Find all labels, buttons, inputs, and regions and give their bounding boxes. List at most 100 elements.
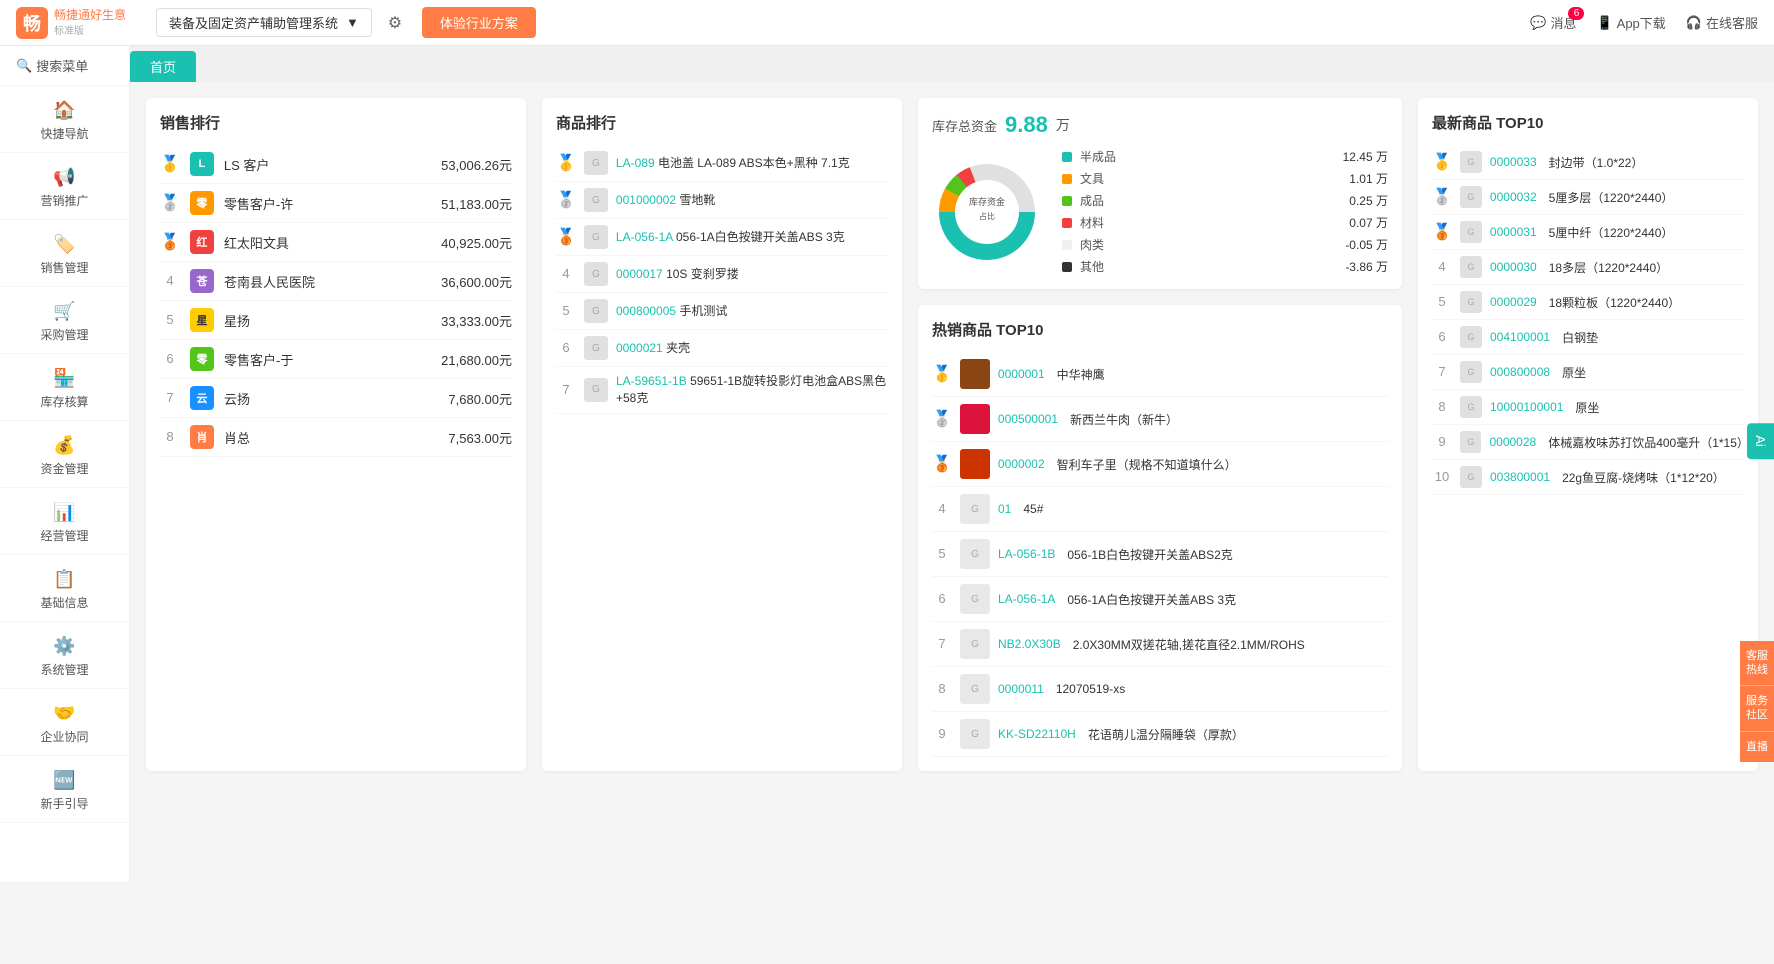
new-product-code[interactable]: 004100001 [1490,330,1550,344]
product-info: LA-59651-1B 59651-1B旋转投影灯电池盒ABS黑色+58克 [616,373,888,407]
product-code[interactable]: 0000021 [616,341,663,355]
new-product-code[interactable]: 0000028 [1489,435,1536,449]
message-button[interactable]: 💬 消息 6 [1530,13,1576,32]
new-product-row[interactable]: 5 G 0000029 18颗粒板（1220*2440） [1432,285,1744,320]
sidebar-item-operation[interactable]: 📊 经营管理 [0,488,129,555]
service-community-button[interactable]: 服务社区 [1740,686,1774,732]
search-menu-item[interactable]: 🔍 搜索菜单 [0,46,129,86]
product-rank-row[interactable]: 🥉 G LA-056-1A 056-1A白色按键开关盖ABS 3克 [556,219,888,256]
hot-product-code[interactable]: KK-SD22110H [998,727,1076,741]
product-code[interactable]: LA-59651-1B [616,374,687,388]
finance-icon: 💰 [53,435,75,456]
new-product-row[interactable]: 9 G 0000028 体械嘉枚味苏打饮品400毫升（1*15） [1432,425,1744,460]
sidebar-item-sales[interactable]: 🏷️ 销售管理 [0,220,129,287]
legend-name: 半成品 [1080,148,1116,165]
new-product-row[interactable]: 🥇 G 0000033 封边带（1.0*22） [1432,145,1744,180]
product-code[interactable]: 000800005 [616,304,676,318]
sidebar-item-quick-nav[interactable]: 🏠 快捷导航 [0,86,129,153]
product-rank-row[interactable]: 6 G 0000021 夹壳 [556,330,888,367]
sidebar-item-purchase[interactable]: 🛒 采购管理 [0,287,129,354]
new-product-code[interactable]: 0000033 [1490,155,1537,169]
new-product-row[interactable]: 10 G 003800001 22g鱼豆腐-烧烤味（1*12*20） [1432,460,1744,495]
hot-product-row[interactable]: 🥇 0000001 中华神鹰 [932,352,1388,397]
new-product-row[interactable]: 🥉 G 0000031 5厘中纤（1220*2440） [1432,215,1744,250]
rank-badge: 🥈 [556,190,576,210]
product-rank-row[interactable]: 5 G 000800005 手机测试 [556,293,888,330]
product-code[interactable]: LA-056-1A [616,230,673,244]
sidebar-item-finance[interactable]: 💰 资金管理 [0,421,129,488]
legend-item: 文具 1.01 万 [1062,170,1388,187]
hot-product-row[interactable]: 🥉 0000002 智利车子里（规格不知道填什么） [932,442,1388,487]
app-download-button[interactable]: 📱 App下载 [1596,13,1665,32]
sales-rank-row[interactable]: 🥈 零 零售客户-许 51,183.00元 [160,184,512,223]
hot-product-code[interactable]: 0000002 [998,457,1045,471]
product-code[interactable]: 0000017 [616,267,663,281]
sidebar-item-system[interactable]: ⚙️ 系统管理 [0,622,129,689]
system-selector[interactable]: 装备及固定资产辅助管理系统 ▼ [156,8,372,37]
tab-home[interactable]: 首页 [130,51,196,82]
new-product-name: 体械嘉枚味苏打饮品400毫升（1*15） [1548,434,1744,451]
product-code[interactable]: LA-089 [616,156,655,170]
sales-rank-row[interactable]: 6 零 零售客户-于 21,680.00元 [160,340,512,379]
new-product-code[interactable]: 10000100001 [1490,400,1563,414]
legend-color [1062,152,1072,162]
sales-rank-row[interactable]: 5 星 星扬 33,333.00元 [160,301,512,340]
settings-icon[interactable]: ⚙ [380,8,410,38]
sales-rank-row[interactable]: 🥇 L LS 客户 53,006.26元 [160,145,512,184]
hot-product-row[interactable]: 6 G LA-056-1A 056-1A白色按键开关盖ABS 3克 [932,577,1388,622]
new-product-code[interactable]: 0000031 [1490,225,1537,239]
chevron-down-icon: ▼ [346,15,359,30]
product-code[interactable]: 001000002 [616,193,676,207]
new-product-icon: G [1460,431,1481,453]
trial-button[interactable]: 体验行业方案 [422,7,536,38]
product-name: 电池盖 LA-089 ABS本色+黑种 7.1克 [658,156,850,170]
product-rank-row[interactable]: 🥇 G LA-089 电池盖 LA-089 ABS本色+黑种 7.1克 [556,145,888,182]
ai-button[interactable]: Ai [1747,423,1774,459]
new-product-code[interactable]: 0000032 [1490,190,1537,204]
hot-product-code[interactable]: 000500001 [998,412,1058,426]
sales-rank-row[interactable]: 🥉 红 红太阳文具 40,925.00元 [160,223,512,262]
hot-product-code[interactable]: 0000011 [998,682,1044,696]
rank-badge: 5 [932,545,952,563]
inventory-legend: 半成品 12.45 万 文具 1.01 万 成品 0.25 万 材料 0.07 … [1062,148,1388,275]
hot-product-row[interactable]: 🥈 000500001 新西兰牛肉（新牛） [932,397,1388,442]
hot-product-code[interactable]: 01 [998,502,1011,516]
hot-product-row[interactable]: 8 G 0000011 12070519-xs [932,667,1388,712]
sidebar-item-cooperation[interactable]: 🤝 企业协同 [0,689,129,756]
rank-avatar: 红 [190,230,214,254]
product-rank-row[interactable]: 🥈 G 001000002 雪地靴 [556,182,888,219]
hot-product-code[interactable]: LA-056-1A [998,592,1055,606]
new-product-code[interactable]: 003800001 [1490,470,1550,484]
customer-service-button[interactable]: 客服热线 [1740,641,1774,687]
new-product-code[interactable]: 0000030 [1490,260,1537,274]
new-product-row[interactable]: 4 G 0000030 18多层（1220*2440） [1432,250,1744,285]
new-product-code[interactable]: 000800008 [1490,365,1550,379]
sidebar-item-inventory[interactable]: 🏪 库存核算 [0,354,129,421]
hot-product-row[interactable]: 9 G KK-SD22110H 花语萌儿温分隔睡袋（厚款） [932,712,1388,757]
new-product-row[interactable]: 🥈 G 0000032 5厘多层（1220*2440） [1432,180,1744,215]
hot-product-code[interactable]: NB2.0X30B [998,637,1061,651]
rank-badge: 🥇 [556,153,576,173]
product-rank-row[interactable]: 4 G 0000017 10S 变刹罗搂 [556,256,888,293]
sidebar-item-basic[interactable]: 📋 基础信息 [0,555,129,622]
hot-product-row[interactable]: 7 G NB2.0X30B 2.0X30MM双搓花轴,搓花直径2.1MM/ROH… [932,622,1388,667]
new-product-row[interactable]: 7 G 000800008 原坐 [1432,355,1744,390]
product-rank-row[interactable]: 7 G LA-59651-1B 59651-1B旋转投影灯电池盒ABS黑色+58… [556,367,888,414]
sales-rank-row[interactable]: 4 苍 苍南县人民医院 36,600.00元 [160,262,512,301]
rank-name: 零售客户-许 [224,194,431,213]
hot-product-code[interactable]: LA-056-1B [998,547,1055,561]
hot-product-code[interactable]: 0000001 [998,367,1045,381]
new-product-row[interactable]: 6 G 004100001 白钢垫 [1432,320,1744,355]
sales-rank-row[interactable]: 7 云 云扬 7,680.00元 [160,379,512,418]
live-stream-button[interactable]: 直播 [1740,732,1774,762]
hot-product-row[interactable]: 4 G 01 45# [932,487,1388,532]
product-name: 夹壳 [666,341,690,355]
new-product-code[interactable]: 0000029 [1490,295,1537,309]
sales-rank-row[interactable]: 8 肖 肖总 7,563.00元 [160,418,512,457]
new-product-row[interactable]: 8 G 10000100001 原坐 [1432,390,1744,425]
sidebar-item-guide[interactable]: 🆕 新手引导 [0,756,129,823]
sidebar-item-marketing[interactable]: 📢 营销推广 [0,153,129,220]
purchase-icon: 🛒 [53,301,75,322]
online-service-button[interactable]: 🎧 在线客服 [1686,13,1758,32]
hot-product-row[interactable]: 5 G LA-056-1B 056-1B白色按键开关盖ABS2克 [932,532,1388,577]
